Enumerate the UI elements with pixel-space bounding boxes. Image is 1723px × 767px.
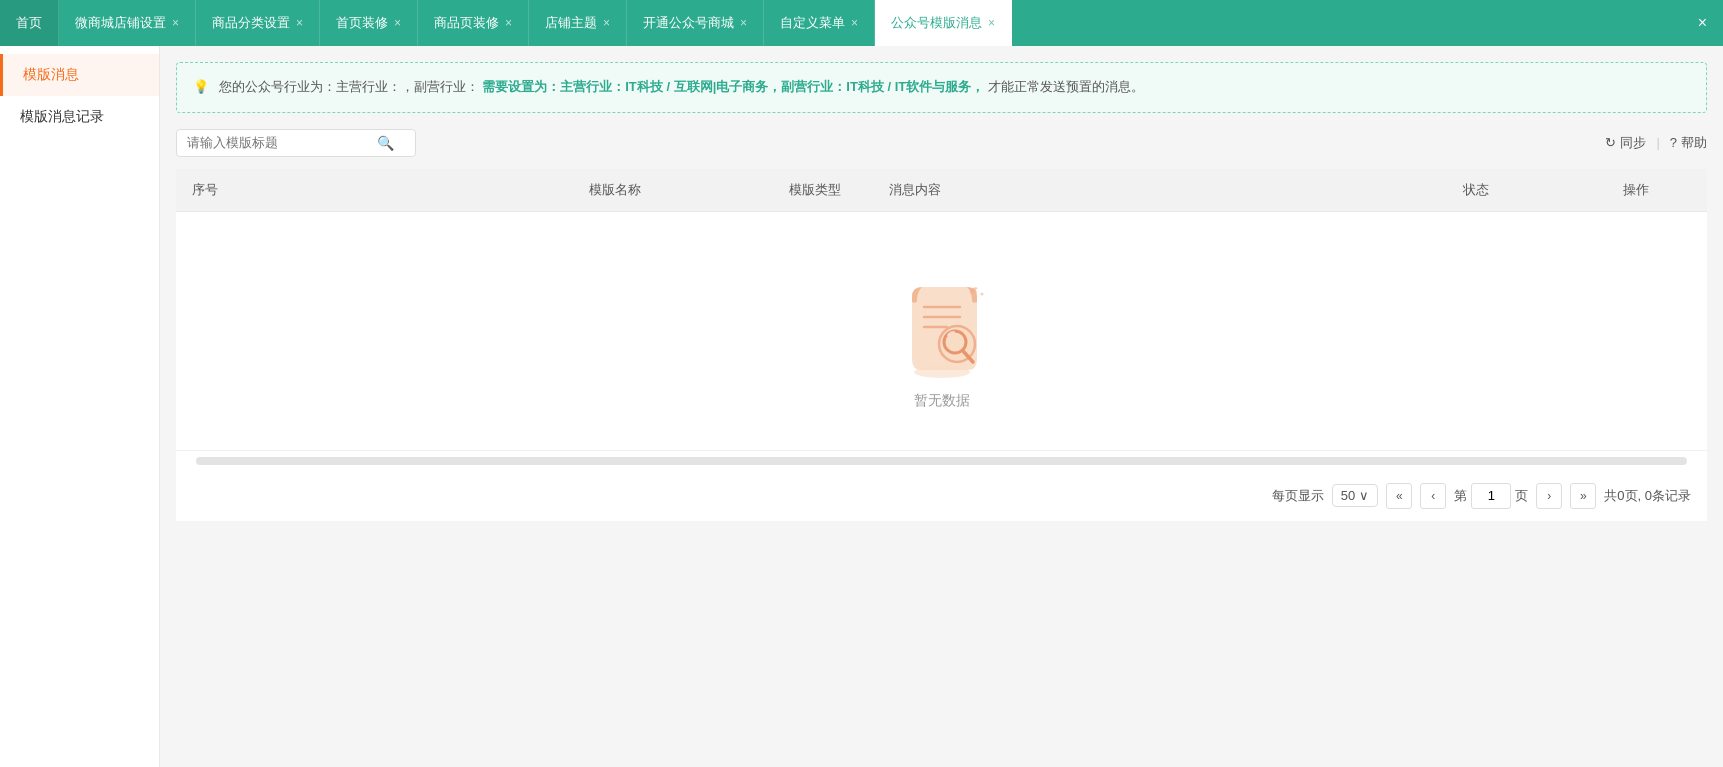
tab-home[interactable]: 首页: [0, 0, 59, 46]
main-content: 💡 您的公众号行业为：主营行业：，副营行业： 需要设置为：主营行业：IT科技 /…: [160, 46, 1723, 767]
data-table: 序号 模版名称 模版类型 消息内容 状态 操作: [176, 169, 1707, 450]
pagination: 每页显示 50 ∨ « ‹ 第 页 ›: [176, 471, 1707, 521]
chevron-down-icon: ∨: [1359, 488, 1369, 503]
notice-box: 💡 您的公众号行业为：主营行业：，副营行业： 需要设置为：主营行业：IT科技 /…: [176, 62, 1707, 113]
tab-open-mall-close[interactable]: ×: [740, 16, 747, 30]
tab-shop-settings-label: 微商城店铺设置: [75, 14, 166, 32]
tab-product-page-decor[interactable]: 商品页装修 ×: [418, 0, 529, 46]
sync-label: 同步: [1620, 134, 1646, 152]
tab-open-mall-label: 开通公众号商城: [643, 14, 734, 32]
first-page-button[interactable]: «: [1386, 483, 1412, 509]
search-icon[interactable]: 🔍: [377, 135, 394, 151]
sidebar-item-template-msg-label: 模版消息: [23, 66, 79, 82]
table-wrapper: 序号 模版名称 模版类型 消息内容 状态 操作: [176, 169, 1707, 521]
tab-shop-theme-close[interactable]: ×: [603, 16, 610, 30]
col-action: 操作: [1607, 169, 1707, 212]
tab-product-page-decor-close[interactable]: ×: [505, 16, 512, 30]
empty-state: 暂无数据: [176, 212, 1707, 450]
help-label: 帮助: [1681, 134, 1707, 152]
tab-product-page-decor-label: 商品页装修: [434, 14, 499, 32]
tab-shop-settings-close[interactable]: ×: [172, 16, 179, 30]
close-all-icon: ×: [1698, 14, 1707, 31]
sync-button[interactable]: ↻ 同步: [1605, 134, 1646, 152]
table-scrollbar[interactable]: [176, 450, 1707, 471]
tab-homepage-decor-label: 首页装修: [336, 14, 388, 32]
total-info: 共0页, 0条记录: [1604, 487, 1691, 505]
empty-illustration: [882, 272, 1002, 392]
search-input[interactable]: [187, 135, 377, 150]
help-button[interactable]: ? 帮助: [1670, 134, 1707, 152]
help-icon: ?: [1670, 135, 1677, 150]
prev-page-button[interactable]: ‹: [1420, 483, 1446, 509]
tab-custom-menu-close[interactable]: ×: [851, 16, 858, 30]
empty-text: 暂无数据: [176, 392, 1707, 410]
actions-divider: |: [1656, 135, 1659, 150]
first-page-icon: «: [1396, 489, 1403, 503]
search-actions: ↻ 同步 | ? 帮助: [1605, 134, 1707, 152]
notice-prefix: 您的公众号行业为：主营行业：，副营行业：: [219, 79, 479, 94]
last-page-button[interactable]: »: [1570, 483, 1596, 509]
col-content: 消息内容: [873, 169, 1447, 212]
tab-category-settings-close[interactable]: ×: [296, 16, 303, 30]
page-label: 页: [1515, 487, 1528, 505]
tab-custom-menu-label: 自定义菜单: [780, 14, 845, 32]
search-bar: 🔍 ↻ 同步 | ? 帮助: [176, 129, 1707, 157]
top-navigation: 首页 微商城店铺设置 × 商品分类设置 × 首页装修 × 商品页装修 × 店铺主…: [0, 0, 1723, 46]
svg-point-7: [980, 292, 983, 295]
sidebar-item-template-msg-log[interactable]: 模版消息记录: [0, 96, 159, 138]
notice-highlight: 需要设置为：主营行业：IT科技 / 互联网|电子商务，副营行业：IT科技 / I…: [482, 79, 984, 94]
table-header-row: 序号 模版名称 模版类型 消息内容 状态 操作: [176, 169, 1707, 212]
page-input[interactable]: [1471, 483, 1511, 509]
prev-page-icon: ‹: [1431, 489, 1435, 503]
tab-template-message-close[interactable]: ×: [988, 16, 995, 30]
tab-template-message[interactable]: 公众号模版消息 ×: [875, 0, 1012, 46]
page-input-wrap: 第 页: [1454, 483, 1528, 509]
last-page-icon: »: [1580, 489, 1587, 503]
tab-category-settings[interactable]: 商品分类设置 ×: [196, 0, 320, 46]
page-word: 第: [1454, 487, 1467, 505]
per-page-value: 50: [1341, 488, 1355, 503]
tab-shop-theme[interactable]: 店铺主题 ×: [529, 0, 627, 46]
per-page-label: 每页显示: [1272, 487, 1324, 505]
close-all-button[interactable]: ×: [1682, 14, 1723, 32]
sync-icon: ↻: [1605, 135, 1616, 150]
next-page-button[interactable]: ›: [1536, 483, 1562, 509]
tab-homepage-decor[interactable]: 首页装修 ×: [320, 0, 418, 46]
sidebar-item-template-msg-log-label: 模版消息记录: [20, 108, 104, 124]
tab-homepage-decor-close[interactable]: ×: [394, 16, 401, 30]
tab-open-mall[interactable]: 开通公众号商城 ×: [627, 0, 764, 46]
tab-template-message-label: 公众号模版消息: [891, 14, 982, 32]
tab-shop-settings[interactable]: 微商城店铺设置 ×: [59, 0, 196, 46]
notice-suffix: 才能正常发送预置的消息。: [988, 79, 1144, 94]
tab-custom-menu[interactable]: 自定义菜单 ×: [764, 0, 875, 46]
next-page-icon: ›: [1547, 489, 1551, 503]
col-index: 序号: [176, 169, 573, 212]
col-type: 模版类型: [773, 169, 873, 212]
col-name: 模版名称: [573, 169, 773, 212]
tab-category-settings-label: 商品分类设置: [212, 14, 290, 32]
tab-home-label: 首页: [16, 14, 42, 32]
tab-shop-theme-label: 店铺主题: [545, 14, 597, 32]
sidebar-item-template-msg[interactable]: 模版消息: [0, 54, 159, 96]
fake-scrollbar: [196, 457, 1687, 465]
notice-icon: 💡: [193, 79, 209, 94]
sidebar: 模版消息 模版消息记录: [0, 46, 160, 767]
col-status: 状态: [1447, 169, 1607, 212]
main-layout: 模版消息 模版消息记录 💡 您的公众号行业为：主营行业：，副营行业： 需要设置为…: [0, 46, 1723, 767]
per-page-select[interactable]: 50 ∨: [1332, 484, 1378, 507]
search-input-wrap[interactable]: 🔍: [176, 129, 416, 157]
